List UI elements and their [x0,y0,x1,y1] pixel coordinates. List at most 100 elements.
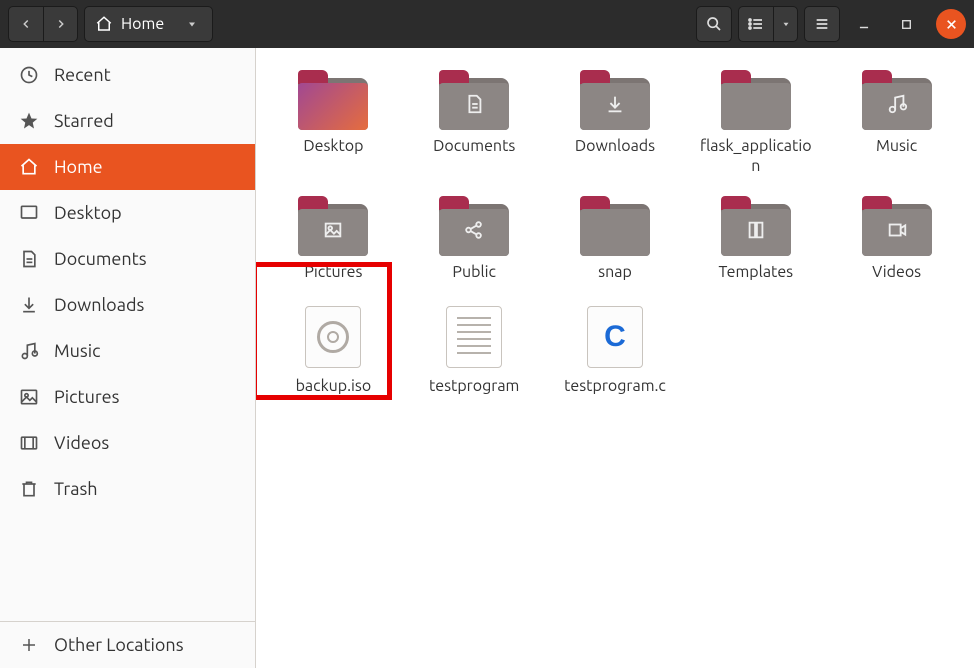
videos-icon [18,433,40,453]
sidebar-item-desktop[interactable]: Desktop [0,190,255,236]
folder-snap[interactable]: snap [550,192,681,288]
view-dropdown-button[interactable] [773,7,797,41]
item-label: backup.iso [296,376,372,396]
star-icon [18,111,40,131]
video-glyph-icon [862,204,932,256]
path-bar[interactable]: Home [84,6,213,42]
folder-public[interactable]: Public [409,192,540,288]
menu-group [804,6,840,42]
file-backup-iso[interactable]: backup.iso [268,298,399,402]
sidebar-item-music[interactable]: Music [0,328,255,374]
folder-desktop[interactable]: Desktop [268,66,399,182]
maximize-icon [900,18,913,31]
c-source-file-icon: C [587,306,643,368]
folder-documents[interactable]: Documents [409,66,540,182]
path-dropdown-icon [186,18,198,30]
sidebar-item-label: Pictures [54,387,119,407]
minimize-icon [857,17,871,31]
sidebar-item-label: Downloads [54,295,144,315]
folder-icon [439,204,509,256]
forward-button[interactable] [43,7,77,41]
chevron-left-icon [19,17,33,31]
music-icon [18,341,40,361]
item-label: Documents [433,136,515,156]
back-button[interactable] [9,7,43,41]
music-glyph-icon [862,78,932,130]
sidebar-item-label: Home [54,157,103,177]
nav-back-forward [8,6,78,42]
file-grid-area: Desktop Documents Downloads flask_applic… [256,48,974,668]
sidebar: Recent Starred Home Desktop Documents Do… [0,48,256,668]
folder-downloads[interactable]: Downloads [550,66,681,182]
item-label: testprogram [429,376,519,396]
hamburger-menu-button[interactable] [805,7,839,41]
close-button[interactable] [936,9,966,39]
folder-icon [862,204,932,256]
downloads-icon [18,295,40,315]
item-label: Downloads [575,136,655,156]
item-label: Pictures [304,262,362,282]
home-icon [95,15,113,33]
folder-icon [862,78,932,130]
pictures-icon [18,387,40,407]
folder-icon [721,78,791,130]
chevron-down-icon [781,19,791,29]
path-label: Home [121,15,164,33]
desktop-icon [18,203,40,223]
item-label: Desktop [303,136,363,156]
item-label: Videos [872,262,921,282]
disc-icon [317,321,349,353]
sidebar-item-trash[interactable]: Trash [0,466,255,512]
file-grid: Desktop Documents Downloads flask_applic… [268,66,962,402]
search-group [696,6,732,42]
sidebar-item-label: Videos [54,433,109,453]
item-label: flask_application [696,136,816,176]
document-glyph-icon [439,78,509,130]
share-glyph-icon [439,204,509,256]
item-label: Music [876,136,917,156]
minimize-button[interactable] [846,6,882,42]
sidebar-item-recent[interactable]: Recent [0,52,255,98]
folder-videos[interactable]: Videos [831,192,962,288]
search-icon [706,16,722,32]
sidebar-item-label: Other Locations [54,635,184,655]
item-label: snap [598,262,632,282]
download-glyph-icon [580,78,650,130]
folder-templates[interactable]: Templates [690,192,821,288]
folder-music[interactable]: Music [831,66,962,182]
file-testprogram-c[interactable]: C testprogram.c [550,298,681,402]
search-button[interactable] [697,7,731,41]
view-group [738,6,798,42]
file-testprogram[interactable]: testprogram [409,298,540,402]
folder-icon [298,204,368,256]
item-label: Public [452,262,496,282]
sidebar-item-home[interactable]: Home [0,144,255,190]
maximize-button[interactable] [888,6,924,42]
sidebar-item-other-locations[interactable]: Other Locations [0,621,255,668]
folder-icon [298,78,368,130]
text-file-icon [446,306,502,368]
sidebar-item-downloads[interactable]: Downloads [0,282,255,328]
sidebar-item-pictures[interactable]: Pictures [0,374,255,420]
folder-icon [439,78,509,130]
sidebar-item-label: Trash [54,479,98,499]
documents-icon [18,249,40,269]
view-list-button[interactable] [739,7,773,41]
trash-icon [18,479,40,499]
list-icon [748,16,764,32]
sidebar-item-documents[interactable]: Documents [0,236,255,282]
sidebar-item-starred[interactable]: Starred [0,98,255,144]
hamburger-icon [814,16,830,32]
sidebar-item-label: Desktop [54,203,122,223]
c-glyph-icon: C [604,320,626,354]
chevron-right-icon [54,17,68,31]
home-icon [18,157,40,177]
sidebar-item-label: Recent [54,65,111,85]
picture-glyph-icon [298,204,368,256]
sidebar-item-label: Documents [54,249,147,269]
sidebar-item-label: Starred [54,111,114,131]
folder-icon [580,78,650,130]
folder-pictures[interactable]: Pictures [268,192,399,288]
sidebar-item-videos[interactable]: Videos [0,420,255,466]
folder-flask-application[interactable]: flask_application [690,66,821,182]
